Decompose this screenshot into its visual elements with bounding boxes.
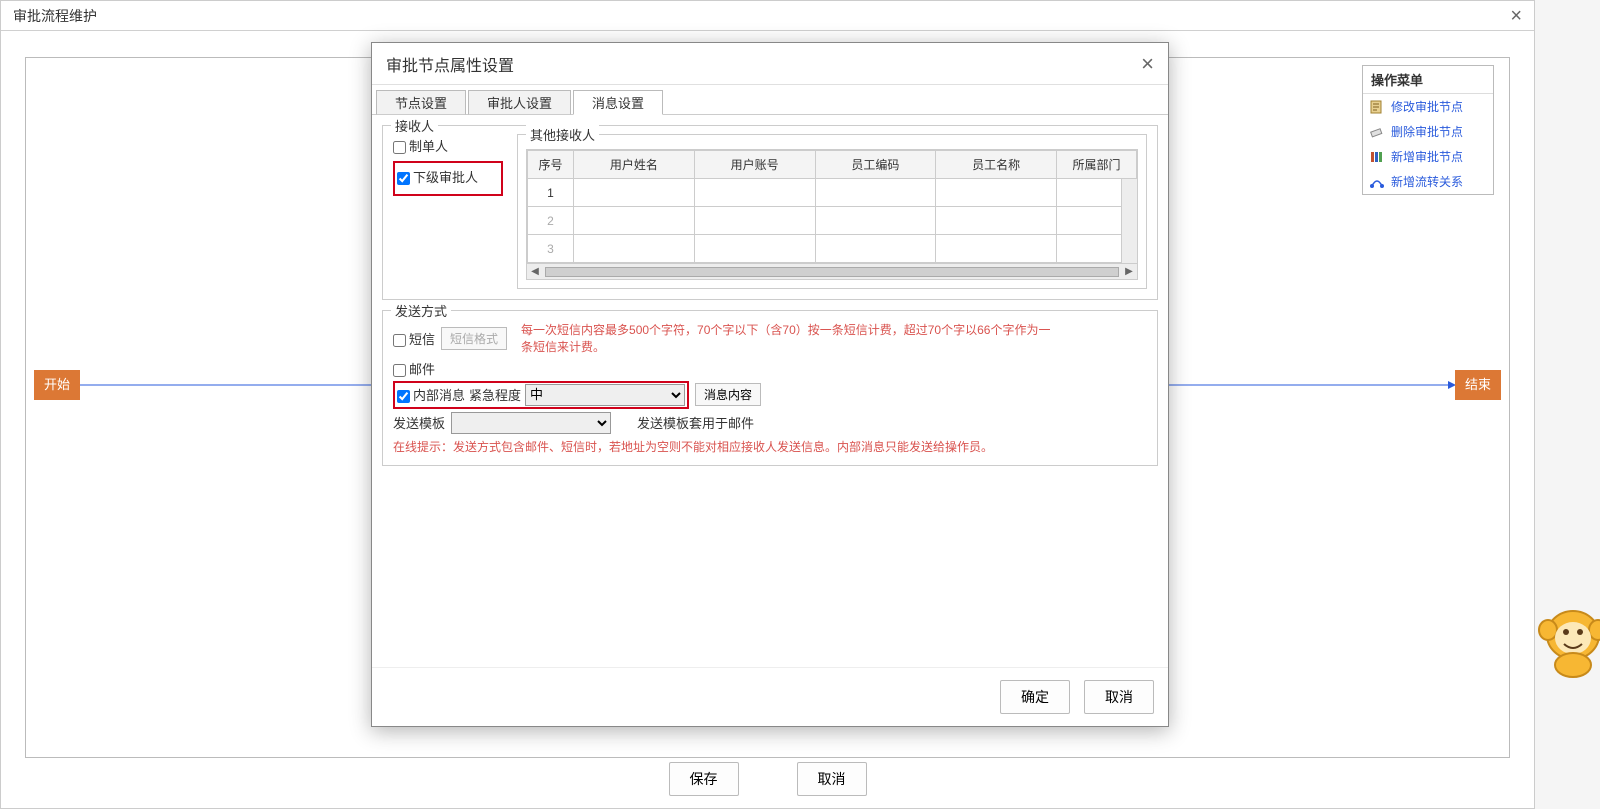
scroll-right-icon[interactable]: ▶ [1121,266,1137,277]
chk-label-text: 内部消息 [413,388,465,403]
vertical-scrollbar[interactable] [1121,179,1137,263]
row-mail: 邮件 [393,359,1147,378]
chk-next-approver-label[interactable]: 下级审批人 [397,167,499,186]
recipient-checkbox-column: 制单人 下级审批人 [393,134,503,289]
modal-title: 审批节点属性设置 [386,52,514,76]
outer-button-row: 保存 取消 [1,762,1534,796]
recipient-group: 接收人 制单人 下级审批人 其他接收人 序号 [382,125,1158,300]
chk-next-approver[interactable] [397,172,410,185]
flow-node-start[interactable]: 开始 [34,370,80,400]
cell-seq: 3 [528,235,574,263]
cell-seq: 2 [528,207,574,235]
chk-maker[interactable] [393,141,406,154]
tab-row: 节点设置 审批人设置 消息设置 [372,85,1168,115]
chk-label-text: 下级审批人 [413,170,478,185]
ok-button[interactable]: 确定 [1000,680,1070,714]
chk-mail[interactable] [393,364,406,377]
template-note: 发送模板套用于邮件 [637,413,754,432]
chk-mail-label[interactable]: 邮件 [393,359,435,378]
op-item-label: 删除审批节点 [1391,123,1463,140]
op-add-relation[interactable]: 新增流转关系 [1363,169,1493,194]
close-icon[interactable]: × [1141,51,1154,77]
op-item-label: 新增流转关系 [1391,173,1463,190]
table-row[interactable]: 1 [528,179,1137,207]
group-title: 发送方式 [391,301,451,320]
operation-menu-title: 操作菜单 [1363,66,1493,94]
row-sms: 短信 短信格式 每一次短信内容最多500个字符，70个字以下（含70）按一条短信… [393,322,1147,356]
close-icon[interactable]: × [1510,1,1522,31]
highlight-next-approver: 下级审批人 [393,161,503,196]
chk-label-text: 邮件 [409,362,435,377]
chk-maker-label[interactable]: 制单人 [393,136,503,155]
chk-internal-label[interactable]: 内部消息 [397,385,465,404]
op-item-label: 修改审批节点 [1391,98,1463,115]
col-account[interactable]: 用户账号 [694,151,815,179]
cell-seq: 1 [528,179,574,207]
tab-approver-settings[interactable]: 审批人设置 [468,90,571,115]
urgency-select[interactable]: 中 [525,384,685,406]
tab-message-settings[interactable]: 消息设置 [573,90,663,115]
col-empcode[interactable]: 员工编码 [815,151,936,179]
eraser-icon [1369,124,1385,140]
modal-titlebar: 审批节点属性设置 × [372,43,1168,85]
chk-label-text: 制单人 [409,139,448,154]
link-icon [1369,174,1385,190]
message-content-button[interactable]: 消息内容 [695,383,761,406]
urgency-label: 紧急程度 [469,385,521,404]
flow-node-end[interactable]: 结束 [1455,370,1501,400]
edit-icon [1369,99,1385,115]
cancel-button[interactable]: 取消 [1084,680,1154,714]
op-delete-node[interactable]: 删除审批节点 [1363,119,1493,144]
op-add-node[interactable]: 新增审批节点 [1363,144,1493,169]
table-header-row: 序号 用户姓名 用户账号 员工编码 员工名称 所属部门 [528,151,1137,179]
tab-content: 接收人 制单人 下级审批人 其他接收人 序号 [372,115,1168,667]
table-row[interactable]: 3 [528,235,1137,263]
monkey-mascot-icon [1538,600,1600,680]
chk-sms-label[interactable]: 短信 [393,329,435,348]
node-properties-modal: 审批节点属性设置 × 节点设置 审批人设置 消息设置 接收人 制单人 下级审批人… [371,42,1169,727]
sms-format-button[interactable]: 短信格式 [441,327,507,350]
books-icon [1369,149,1385,165]
template-select[interactable] [451,412,611,434]
sms-note: 每一次短信内容最多500个字符，70个字以下（含70）按一条短信计费，超过70个… [521,322,1061,356]
scroll-left-icon[interactable]: ◀ [527,266,543,277]
send-method-group: 发送方式 短信 短信格式 每一次短信内容最多500个字符，70个字以下（含70）… [382,310,1158,466]
recipients-table-wrap: 序号 用户姓名 用户账号 员工编码 员工名称 所属部门 1 2 [526,149,1138,280]
outer-titlebar: 审批流程维护 × [1,1,1534,31]
row-internal: 内部消息 紧急程度 中 消息内容 [393,381,1147,409]
recipients-table: 序号 用户姓名 用户账号 员工编码 员工名称 所属部门 1 2 [527,150,1137,263]
group-title: 接收人 [391,116,438,135]
op-modify-node[interactable]: 修改审批节点 [1363,94,1493,119]
highlight-internal-msg: 内部消息 紧急程度 中 [393,381,689,409]
operation-menu: 操作菜单 修改审批节点 删除审批节点 新增审批节点 新增流转关系 [1362,65,1494,195]
outer-title: 审批流程维护 [13,1,97,31]
col-dept[interactable]: 所属部门 [1057,151,1137,179]
online-tip: 在线提示：发送方式包含邮件、短信时，若地址为空则不能对相应接收人发送信息。内部消… [393,438,1147,455]
col-seq[interactable]: 序号 [528,151,574,179]
chk-label-text: 短信 [409,332,435,347]
other-recipients-group: 其他接收人 序号 用户姓名 用户账号 员工编码 员工名称 [517,134,1147,289]
modal-footer: 确定 取消 [372,667,1168,726]
template-label: 发送模板 [393,413,445,432]
col-username[interactable]: 用户姓名 [574,151,695,179]
op-item-label: 新增审批节点 [1391,148,1463,165]
horizontal-scrollbar[interactable]: ◀ ▶ [527,263,1137,279]
cancel-button[interactable]: 取消 [797,762,867,796]
tab-node-settings[interactable]: 节点设置 [376,90,466,115]
scroll-thumb[interactable] [545,267,1119,277]
col-empname[interactable]: 员工名称 [936,151,1057,179]
chk-sms[interactable] [393,334,406,347]
save-button[interactable]: 保存 [669,762,739,796]
group-title: 其他接收人 [526,125,599,144]
chk-internal[interactable] [397,390,410,403]
row-template: 发送模板 发送模板套用于邮件 [393,412,1147,434]
table-row[interactable]: 2 [528,207,1137,235]
